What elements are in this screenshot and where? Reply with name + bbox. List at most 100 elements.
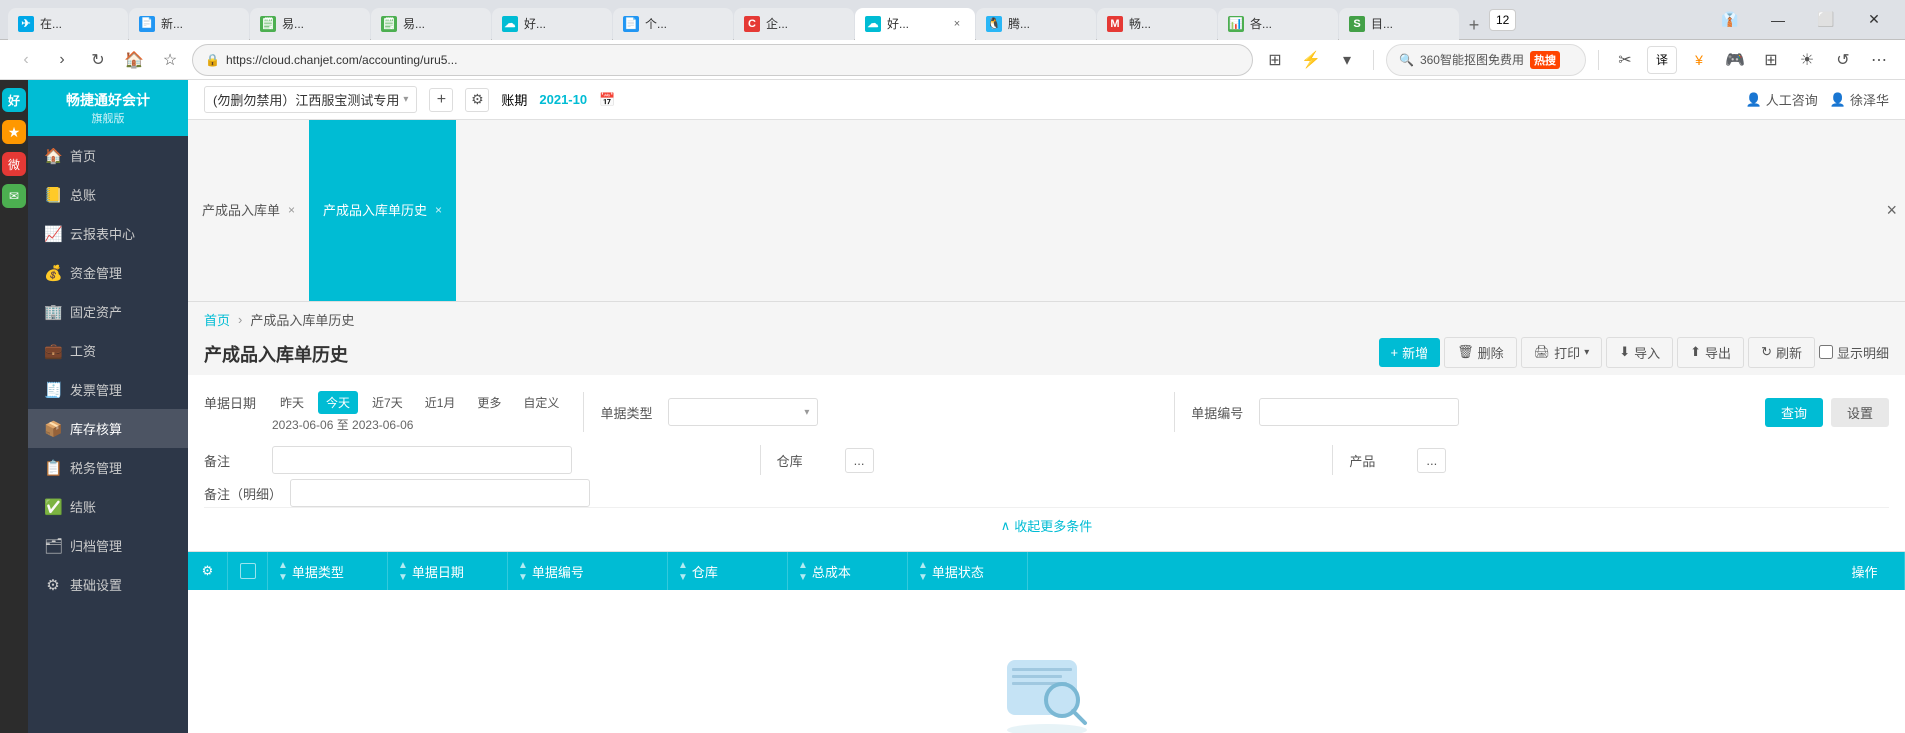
add-button[interactable]: + 新增 <box>1379 338 1441 367</box>
doc-num-input[interactable] <box>1259 398 1459 426</box>
print-button[interactable]: 🖨 打印 ▾ <box>1521 337 1603 368</box>
th-warehouse[interactable]: ▲ ▼ 仓库 <box>668 552 788 590</box>
game-icon[interactable]: 🎮 <box>1721 46 1749 74</box>
th-total-cost[interactable]: ▲ ▼ 总成本 <box>788 552 908 590</box>
win-shirt-icon[interactable]: 👔 <box>1707 4 1753 36</box>
th-doc-date[interactable]: ▲ ▼ 单据日期 <box>388 552 508 590</box>
collapse-button[interactable]: ∧ 收起更多条件 <box>204 507 1889 535</box>
tab-12[interactable]: S 目... <box>1339 8 1459 40</box>
sidebar-item-home[interactable]: 🏠 首页 <box>28 136 188 175</box>
translate-button[interactable]: 译 <box>1647 46 1677 74</box>
tab-9[interactable]: 🐧 腾... <box>976 8 1096 40</box>
tab-2[interactable]: 📄 新... <box>129 8 249 40</box>
sidebar-item-ledger[interactable]: 📒 总账 <box>28 175 188 214</box>
date-btn-yesterday[interactable]: 昨天 <box>272 391 312 414</box>
th-doc-num[interactable]: ▲ ▼ 单据编号 <box>508 552 668 590</box>
calendar-icon[interactable]: 📅 <box>599 92 615 108</box>
sidebar-header: 畅捷通好会计 旗舰版 <box>28 80 188 136</box>
home-button[interactable]: 🏠 <box>120 46 148 74</box>
sidebar-item-archive[interactable]: 🗂 归档管理 <box>28 526 188 565</box>
note-input[interactable] <box>272 446 572 474</box>
show-detail-checkbox[interactable] <box>1819 345 1833 359</box>
customer-service-button[interactable]: 👤 人工咨询 <box>1746 90 1818 109</box>
address-input[interactable]: 🔒 https://cloud.chanjet.com/accounting/u… <box>192 44 1253 76</box>
brightness-icon[interactable]: ☀ <box>1793 46 1821 74</box>
date-range-text: 2023-06-06 至 2023-06-06 <box>272 418 413 432</box>
app-icon-mail[interactable]: ✉ <box>2 184 26 208</box>
smart-search-bar[interactable]: 🔍 360智能抠图免费用 热搜 <box>1386 44 1586 76</box>
tab-4[interactable]: 🗒 易... <box>371 8 491 40</box>
page-tab-doc-list[interactable]: 产成品入库单 × <box>188 120 309 301</box>
tab-10[interactable]: M 畅... <box>1097 8 1217 40</box>
undo-icon[interactable]: ↺ <box>1829 46 1857 74</box>
app-icon-weibo[interactable]: 微 <box>2 152 26 176</box>
tab-6[interactable]: 📄 个... <box>613 8 733 40</box>
delete-button[interactable]: 🗑 删除 <box>1444 337 1517 368</box>
back-button[interactable]: ‹ <box>12 46 40 74</box>
select-all-checkbox[interactable] <box>240 563 256 579</box>
yuan-icon[interactable]: ¥ <box>1685 46 1713 74</box>
import-button[interactable]: ⬇ 导入 <box>1606 337 1673 368</box>
lightning-icon[interactable]: ⚡ <box>1297 46 1325 74</box>
tab-11[interactable]: 📊 各... <box>1218 8 1338 40</box>
search-button[interactable]: 查询 <box>1765 398 1823 427</box>
user-profile-button[interactable]: 👤 徐泽华 <box>1830 90 1889 109</box>
date-btn-today[interactable]: 今天 <box>318 391 358 414</box>
more-icon[interactable]: ⋯ <box>1865 46 1893 74</box>
doc-type-select[interactable]: ▾ <box>668 398 818 426</box>
page-tab-doc-history[interactable]: 产成品入库单历史 × <box>309 120 456 301</box>
date-btn-1month[interactable]: 近1月 <box>417 391 464 414</box>
warehouse-ellipsis-btn[interactable]: ... <box>845 448 874 473</box>
export-button[interactable]: ⬆ 导出 <box>1677 337 1744 368</box>
tab-1[interactable]: ✈ 在... <box>8 8 128 40</box>
refresh-button[interactable]: ↻ 刷新 <box>1748 337 1815 368</box>
breadcrumb-home[interactable]: 首页 <box>204 310 230 329</box>
layout-icon[interactable]: ⊞ <box>1757 46 1785 74</box>
tab-8[interactable]: ☁ 好... × <box>855 8 975 40</box>
bookmark-button[interactable]: ☆ <box>156 46 184 74</box>
win-minimize-button[interactable]: — <box>1755 4 1801 36</box>
sidebar-item-funds[interactable]: 💰 资金管理 <box>28 253 188 292</box>
tab-3[interactable]: 🗒 易... <box>250 8 370 40</box>
sidebar-item-checkout[interactable]: ✅ 结账 <box>28 487 188 526</box>
app-icon-chanjet[interactable]: 好 <box>2 88 26 112</box>
new-tab-button[interactable]: + <box>1460 12 1488 40</box>
add-company-button[interactable]: + <box>429 88 453 112</box>
app-icon-star[interactable]: ★ <box>2 120 26 144</box>
th-doc-type[interactable]: ▲ ▼ 单据类型 <box>268 552 388 590</box>
sidebar-item-inventory[interactable]: 📦 库存核算 <box>28 409 188 448</box>
show-detail-toggle[interactable]: 显示明细 <box>1819 343 1889 362</box>
product-ellipsis-btn[interactable]: ... <box>1417 448 1446 473</box>
sidebar-item-salary[interactable]: 💼 工资 <box>28 331 188 370</box>
sidebar-item-reports[interactable]: 📈 云报表中心 <box>28 214 188 253</box>
forward-button[interactable]: › <box>48 46 76 74</box>
tab-7[interactable]: C 企... <box>734 8 854 40</box>
note-detail-input[interactable] <box>290 479 590 507</box>
grid-icon[interactable]: ⊞ <box>1261 46 1289 74</box>
archive-icon: 🗂 <box>44 537 62 555</box>
setting-button[interactable]: 设置 <box>1831 398 1889 427</box>
sidebar-item-invoice[interactable]: 🧾 发票管理 <box>28 370 188 409</box>
th-doc-status[interactable]: ▲ ▼ 单据状态 <box>908 552 1028 590</box>
date-btn-more[interactable]: 更多 <box>469 391 509 414</box>
tab-count[interactable]: 12 <box>1489 9 1516 31</box>
page-tab-list-close[interactable]: × <box>288 203 295 217</box>
dropdown-icon[interactable]: ▾ <box>1333 46 1361 74</box>
sidebar-item-assets[interactable]: 🏢 固定资产 <box>28 292 188 331</box>
refresh-button[interactable]: ↻ <box>84 46 112 74</box>
sidebar-item-tax[interactable]: 📋 税务管理 <box>28 448 188 487</box>
date-btn-custom[interactable]: 自定义 <box>515 391 567 414</box>
page-tab-history-close[interactable]: × <box>435 203 442 217</box>
date-btn-7days[interactable]: 近7天 <box>364 391 411 414</box>
scissors-icon[interactable]: ✂ <box>1611 46 1639 74</box>
win-maximize-button[interactable]: ⬜ <box>1803 4 1849 36</box>
th-checkbox[interactable] <box>228 552 268 590</box>
tab-5[interactable]: ☁ 好... <box>492 8 612 40</box>
gear-settings-button[interactable]: ⚙ <box>465 88 489 112</box>
close-panel-button[interactable]: × <box>1886 200 1897 221</box>
company-selector[interactable]: (勿删勿禁用）江西服宝测试专用 ▾ <box>204 86 417 113</box>
win-close-button[interactable]: ✕ <box>1851 4 1897 36</box>
th-settings[interactable]: ⚙ <box>188 552 228 590</box>
tab-close-8[interactable]: × <box>949 16 965 32</box>
sidebar-item-settings[interactable]: ⚙ 基础设置 <box>28 565 188 604</box>
